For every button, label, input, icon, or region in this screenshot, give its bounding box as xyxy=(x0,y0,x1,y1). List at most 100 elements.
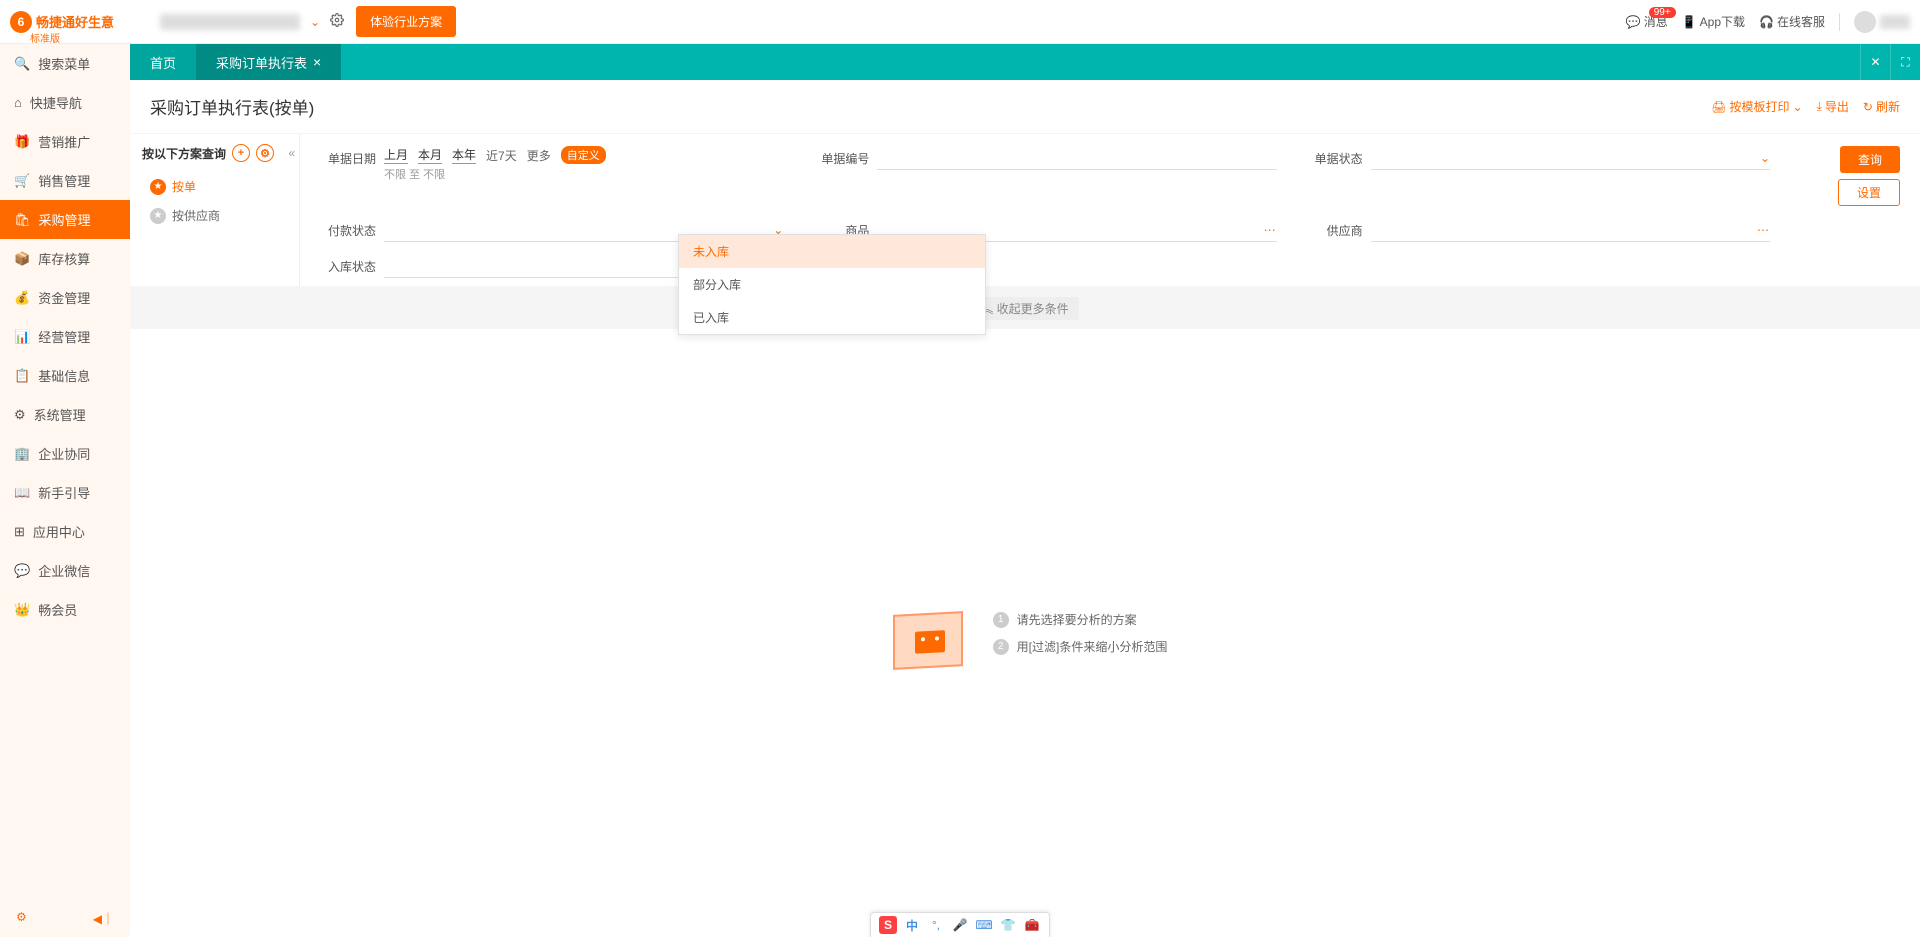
logo-icon: 6 xyxy=(10,11,32,33)
headset-icon: 🎧 xyxy=(1759,15,1774,29)
sidebar-item-business[interactable]: 📊经营管理 xyxy=(0,317,130,356)
user-menu[interactable] xyxy=(1854,11,1910,33)
ime-skin-icon[interactable]: 👕 xyxy=(999,916,1017,934)
print-template-button[interactable]: 🖨 按模板打印 ⌄ xyxy=(1711,98,1802,115)
vip-icon: 👑 xyxy=(14,602,30,618)
sidebar-item-apps[interactable]: ⊞应用中心 xyxy=(0,512,130,551)
scheme-by-order[interactable]: ★ 按单 xyxy=(130,172,299,201)
sidebar-item-member[interactable]: 👑 畅会员 xyxy=(0,590,130,629)
app-download-label: App下载 xyxy=(1700,13,1745,30)
bill-status-select[interactable]: ⌄ xyxy=(1371,146,1770,170)
sidebar-item-search[interactable]: 🔍搜索菜单 xyxy=(0,44,130,83)
step-number: 1 xyxy=(993,612,1009,628)
sidebar-item-label: 基础信息 xyxy=(38,366,90,385)
sidebar-item-label: 畅会员 xyxy=(38,600,77,619)
scheme-label: 按供应商 xyxy=(172,207,220,224)
query-button[interactable]: 查询 xyxy=(1840,146,1900,173)
tab-home[interactable]: 首页 xyxy=(130,44,196,80)
field-label: 供应商 xyxy=(1307,218,1363,239)
collapse-sidebar-icon[interactable]: ◀｜ xyxy=(93,910,114,927)
sidebar-item-guide[interactable]: 📖新手引导 xyxy=(0,473,130,512)
export-label: 导出 xyxy=(1825,98,1849,115)
sidebar-item-basedata[interactable]: 📋基础信息 xyxy=(0,356,130,395)
date-to[interactable]: 不限 xyxy=(423,169,445,181)
sidebar-item-purchase[interactable]: 🛍 采购管理 xyxy=(0,200,130,239)
chart-icon: 📊 xyxy=(14,329,30,345)
company-selector[interactable]: ⌄ xyxy=(160,14,330,30)
sidebar-item-shortcut[interactable]: ⌂快捷导航 xyxy=(0,83,130,122)
ime-toolbox-icon[interactable]: 🧰 xyxy=(1023,916,1041,934)
field-bill-date: 单据日期 上月 本月 本年 近7天 更多 自定义 不限 xyxy=(320,146,783,182)
sidebar-item-label: 企业微信 xyxy=(38,561,90,580)
scheme-settings-button[interactable]: ⚙ xyxy=(256,144,274,162)
sidebar-item-label: 销售管理 xyxy=(38,171,90,190)
date-last-month[interactable]: 上月 xyxy=(384,146,408,164)
print-label: 按模板打印 xyxy=(1730,98,1790,115)
dropdown-option-not-in[interactable]: 未入库 xyxy=(679,235,985,268)
bill-no-input[interactable] xyxy=(877,146,1276,170)
sidebar-item-sales[interactable]: 🛒销售管理 xyxy=(0,161,130,200)
box-icon: 📦 xyxy=(14,251,30,267)
top-header: 6 畅捷通好生意 标准版 ⌄ 体验行业方案 💬 消息 99+ 📱 App下载 🎧… xyxy=(0,0,1920,44)
sidebar-item-finance[interactable]: 💰资金管理 xyxy=(0,278,130,317)
gear-icon[interactable] xyxy=(330,13,344,30)
scheme-label: 按单 xyxy=(172,178,196,195)
date-from[interactable]: 不限 xyxy=(384,169,406,181)
sidebar-item-label: 采购管理 xyxy=(39,210,91,229)
sidebar-item-inventory[interactable]: 📦 库存核算 xyxy=(0,239,130,278)
tab-label: 首页 xyxy=(150,53,176,72)
export-button[interactable]: ⤓ 导出 xyxy=(1817,98,1849,115)
page-header: 采购订单执行表(按单) 🖨 按模板打印 ⌄ ⤓ 导出 ↻ 刷新 xyxy=(130,80,1920,133)
field-label: 入库状态 xyxy=(320,254,376,275)
scheme-list: 按以下方案查询 + ⚙ « ★ 按单 ★ 按供应商 xyxy=(130,134,300,286)
scheme-by-supplier[interactable]: ★ 按供应商 xyxy=(130,201,299,230)
tab-purchase-order-exec[interactable]: 采购订单执行表 × xyxy=(196,44,341,80)
sidebar-item-wechat[interactable]: 💬企业微信 xyxy=(0,551,130,590)
building-icon: 🏢 xyxy=(14,446,30,462)
collapse-filters-bar[interactable]: ︽ 收起更多条件 xyxy=(130,292,1920,325)
ime-keyboard-icon[interactable]: ⌨ xyxy=(975,916,993,934)
sidebar-item-label: 库存核算 xyxy=(38,249,90,268)
sidebar-item-collab[interactable]: 🏢 企业协同 xyxy=(0,434,130,473)
app-download-button[interactable]: 📱 App下载 xyxy=(1682,13,1745,30)
online-service-button[interactable]: 🎧 在线客服 xyxy=(1759,13,1825,30)
chevron-down-icon: ⌄ xyxy=(1793,100,1803,114)
date-more[interactable]: 更多 xyxy=(527,147,551,164)
add-scheme-button[interactable]: + xyxy=(232,144,250,162)
field-bill-no: 单据编号 xyxy=(813,146,1276,170)
field-label: 单据状态 xyxy=(1307,146,1363,167)
print-icon: 🖨 xyxy=(1711,100,1726,114)
filter-settings-button[interactable]: 设置 xyxy=(1838,179,1900,206)
sidebar-item-marketing[interactable]: 🎁营销推广 xyxy=(0,122,130,161)
collapse-scheme-icon[interactable]: « xyxy=(288,146,295,160)
close-icon[interactable]: × xyxy=(313,54,321,70)
sidebar-footer: ⚙ ◀｜ xyxy=(0,900,130,937)
ime-lang[interactable]: 中 xyxy=(903,916,921,934)
close-all-tabs-button[interactable]: ✕ xyxy=(1860,44,1890,80)
company-name-blurred xyxy=(160,14,300,30)
settings-icon[interactable]: ⚙ xyxy=(16,910,27,927)
date-this-year[interactable]: 本年 xyxy=(452,146,476,164)
experience-button[interactable]: 体验行业方案 xyxy=(356,6,456,37)
supplier-select[interactable]: ⋯ xyxy=(1371,218,1770,242)
sidebar-item-system[interactable]: ⚙系统管理 xyxy=(0,395,130,434)
date-this-month[interactable]: 本月 xyxy=(418,146,442,164)
date-to-word: 至 xyxy=(409,169,420,181)
logo-text: 畅捷通好生意 xyxy=(36,12,114,31)
ime-punct-icon[interactable]: °, xyxy=(927,916,945,934)
ime-mic-icon[interactable]: 🎤 xyxy=(951,916,969,934)
messages-button[interactable]: 💬 消息 99+ xyxy=(1626,13,1668,30)
dropdown-option-partial[interactable]: 部分入库 xyxy=(679,268,985,301)
date-recent7[interactable]: 近7天 xyxy=(486,147,517,164)
tab-label: 采购订单执行表 xyxy=(216,53,307,72)
sogou-icon[interactable]: S xyxy=(879,916,897,934)
sidebar-item-label: 企业协同 xyxy=(38,444,90,463)
bag-icon: 🛍 xyxy=(14,212,31,228)
ime-toolbar[interactable]: S 中 °, 🎤 ⌨ 👕 🧰 xyxy=(870,912,1050,937)
fullscreen-button[interactable]: ⛶ xyxy=(1890,44,1920,80)
logo-edition: 标准版 xyxy=(30,30,60,45)
chevron-down-icon: ⌄ xyxy=(1760,151,1770,165)
date-custom[interactable]: 自定义 xyxy=(561,146,606,164)
dropdown-option-done[interactable]: 已入库 xyxy=(679,301,985,334)
refresh-button[interactable]: ↻ 刷新 xyxy=(1863,98,1900,115)
